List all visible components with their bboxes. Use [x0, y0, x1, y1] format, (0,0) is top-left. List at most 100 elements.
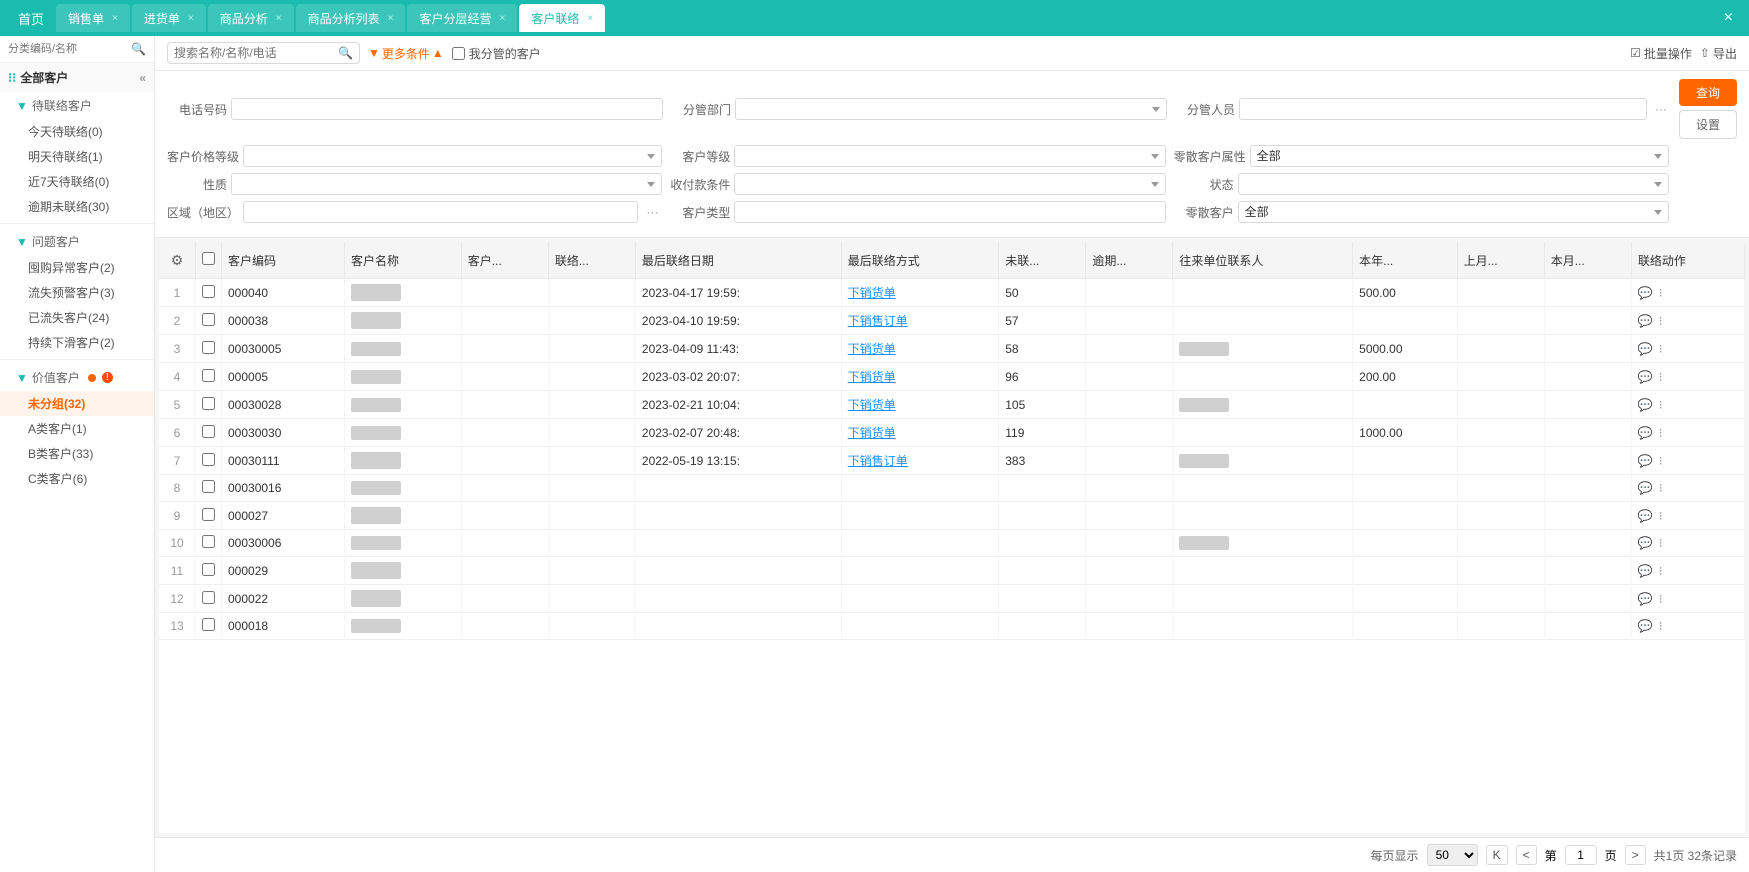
sidebar-item-overdue[interactable]: 逾期未联络(30) [0, 194, 154, 219]
chat-icon[interactable]: 💬 [1638, 619, 1653, 633]
sidebar-item-today[interactable]: 今天待联络(0) [0, 119, 154, 144]
sidebar-search-input[interactable] [8, 43, 127, 55]
th-this-month[interactable]: 本月... [1544, 242, 1631, 279]
grid-icon[interactable]: ⁝ [1659, 619, 1663, 633]
grid-icon[interactable]: ⁝ [1659, 454, 1663, 468]
grid-icon[interactable]: ⁝ [1659, 342, 1663, 356]
region-dots-icon[interactable]: ··· [642, 205, 662, 219]
th-contact[interactable]: 联络... [548, 242, 635, 279]
region-input[interactable] [243, 201, 638, 223]
th-settings[interactable]: ⚙ [159, 242, 196, 279]
more-dots-icon[interactable]: ··· [1651, 102, 1671, 116]
cell-checkbox[interactable] [196, 557, 222, 585]
nav-tab-customer-tier[interactable]: 客户分层经营 × [407, 4, 517, 32]
chat-icon[interactable]: 💬 [1638, 370, 1653, 384]
grid-icon[interactable]: ⁝ [1659, 536, 1663, 550]
sidebar-group-value[interactable]: ▼ 价值客户 ! [0, 364, 154, 391]
sidebar-group-pending[interactable]: ▼ 待联络客户 [0, 92, 154, 119]
grid-icon[interactable]: ⁝ [1659, 286, 1663, 300]
th-code[interactable]: 客户编码 [222, 242, 345, 279]
grid-icon[interactable]: ⁝ [1659, 398, 1663, 412]
dept-select[interactable] [735, 98, 1167, 120]
sidebar-item-class-a[interactable]: A类客户(1) [0, 416, 154, 441]
sidebar-item-class-b[interactable]: B类客户(33) [0, 441, 154, 466]
zero-attr-select[interactable]: 全部 [1250, 145, 1669, 167]
close-icon[interactable]: × [188, 13, 194, 24]
chat-icon[interactable]: 💬 [1638, 564, 1653, 578]
first-page-button[interactable]: K [1486, 845, 1508, 865]
window-close-button[interactable]: × [1716, 9, 1741, 27]
cell-checkbox[interactable] [196, 585, 222, 613]
query-button[interactable]: 查询 [1679, 79, 1737, 106]
property-select[interactable] [231, 173, 662, 195]
grid-icon[interactable]: ⁝ [1659, 370, 1663, 384]
nav-tab-analysis[interactable]: 商品分析 × [208, 4, 294, 32]
sidebar-item-class-c[interactable]: C类客户(6) [0, 466, 154, 491]
cell-checkbox[interactable] [196, 335, 222, 363]
chat-icon[interactable]: 💬 [1638, 314, 1653, 328]
cell-checkbox[interactable] [196, 363, 222, 391]
filter-search-icon[interactable]: 🔍 [338, 46, 353, 60]
cell-checkbox[interactable] [196, 279, 222, 307]
th-action[interactable]: 联络动作 [1631, 242, 1744, 279]
nav-tab-customer-contact[interactable]: 客户联络 × [519, 4, 605, 32]
cell-checkbox[interactable] [196, 530, 222, 557]
close-icon[interactable]: × [499, 13, 505, 24]
batch-op-button[interactable]: ☑ 批量操作 [1630, 45, 1692, 62]
th-last-date[interactable]: 最后联络日期 [635, 242, 841, 279]
th-overdue[interactable]: 逾期... [1086, 242, 1173, 279]
sidebar-item-churned[interactable]: 已流失客户(24) [0, 305, 154, 330]
status-select[interactable] [1238, 173, 1669, 195]
th-last-method[interactable]: 最后联络方式 [841, 242, 999, 279]
grid-icon[interactable]: ⁝ [1659, 481, 1663, 495]
close-icon[interactable]: × [587, 13, 593, 24]
nav-tab-analysis-list[interactable]: 商品分析列表 × [296, 4, 406, 32]
grid-icon[interactable]: ⁝ [1659, 509, 1663, 523]
payment-select[interactable] [734, 173, 1165, 195]
export-button[interactable]: ⇧ 导出 [1700, 45, 1737, 62]
sidebar-collapse-icon[interactable]: « [139, 71, 146, 85]
filter-search-input[interactable] [174, 46, 334, 60]
nav-tab-purchase[interactable]: 进货单 × [132, 4, 206, 32]
page-size-select[interactable]: 50 100 200 [1427, 844, 1478, 866]
cell-checkbox[interactable] [196, 613, 222, 640]
sidebar-item-7days[interactable]: 近7天待联络(0) [0, 169, 154, 194]
reset-button[interactable]: 设置 [1679, 110, 1737, 139]
cell-checkbox[interactable] [196, 391, 222, 419]
cell-checkbox[interactable] [196, 447, 222, 475]
filter-more-conditions[interactable]: ▼ 更多条件 ▲ [368, 45, 444, 62]
sidebar-search-icon[interactable]: 🔍 [131, 42, 146, 56]
cell-checkbox[interactable] [196, 502, 222, 530]
chat-icon[interactable]: 💬 [1638, 342, 1653, 356]
chat-icon[interactable]: 💬 [1638, 536, 1653, 550]
th-name[interactable]: 客户名称 [345, 242, 462, 279]
close-icon[interactable]: × [276, 13, 282, 24]
cell-checkbox[interactable] [196, 419, 222, 447]
chat-icon[interactable]: 💬 [1638, 509, 1653, 523]
th-last-month[interactable]: 上月... [1457, 242, 1544, 279]
chat-icon[interactable]: 💬 [1638, 286, 1653, 300]
sidebar-item-declining[interactable]: 持续下滑客户(2) [0, 330, 154, 355]
th-checkbox[interactable] [196, 242, 222, 279]
close-icon[interactable]: × [112, 13, 118, 24]
grid-icon[interactable]: ⁝ [1659, 592, 1663, 606]
zero-customer-select[interactable]: 全部 [1238, 201, 1669, 223]
th-no-contact[interactable]: 未联... [999, 242, 1086, 279]
my-customers-checkbox[interactable] [452, 47, 465, 60]
chat-icon[interactable]: 💬 [1638, 481, 1653, 495]
nav-home[interactable]: 首页 [8, 9, 54, 28]
chat-icon[interactable]: 💬 [1638, 426, 1653, 440]
sidebar-item-tomorrow[interactable]: 明天待联络(1) [0, 144, 154, 169]
prev-page-button[interactable]: < [1516, 845, 1537, 865]
close-icon[interactable]: × [388, 13, 394, 24]
phone-input[interactable] [231, 98, 663, 120]
sidebar-item-no-group[interactable]: 未分组(32) [0, 391, 154, 416]
chat-icon[interactable]: 💬 [1638, 398, 1653, 412]
select-all-checkbox[interactable] [202, 252, 215, 265]
grid-icon[interactable]: ⁝ [1659, 564, 1663, 578]
th-type[interactable]: 客户... [461, 242, 548, 279]
sidebar-item-abnormal[interactable]: 囤购异常客户(2) [0, 255, 154, 280]
chat-icon[interactable]: 💬 [1638, 592, 1653, 606]
price-level-select[interactable] [243, 145, 662, 167]
grid-icon[interactable]: ⁝ [1659, 314, 1663, 328]
